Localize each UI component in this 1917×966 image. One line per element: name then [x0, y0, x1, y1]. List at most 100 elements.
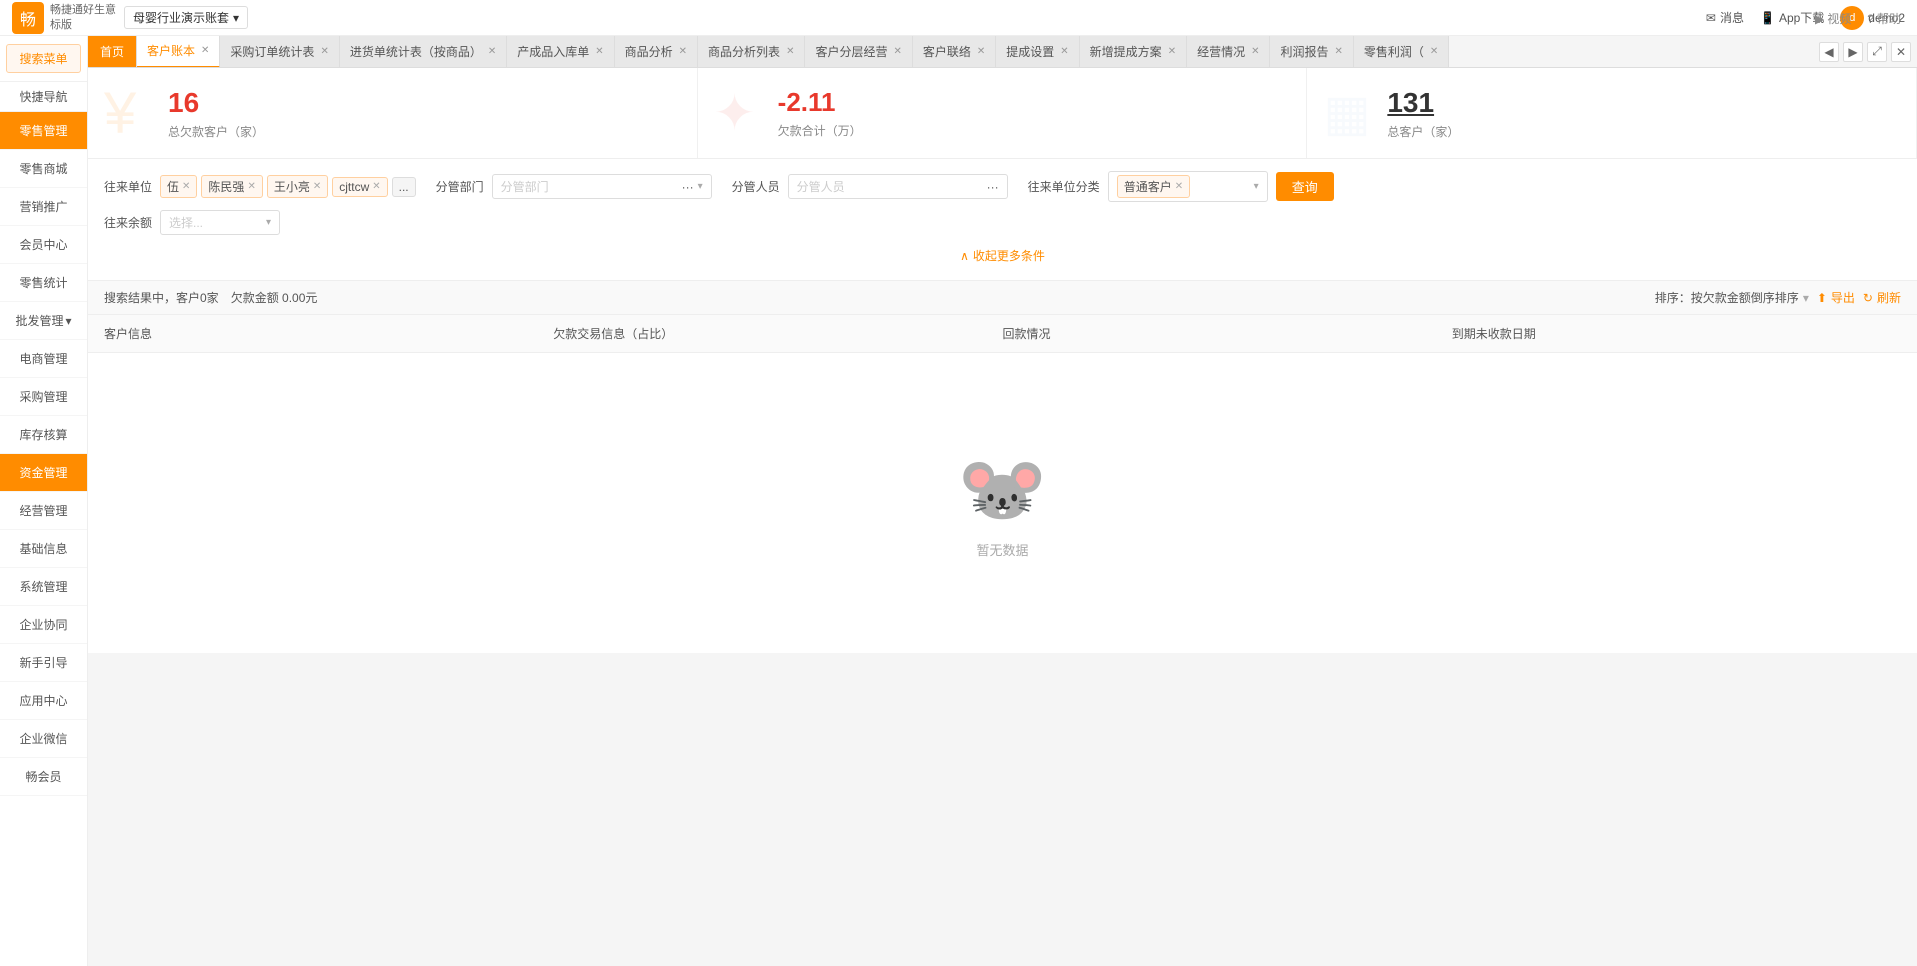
sidebar-item-inventory[interactable]: 库存核算 — [0, 416, 87, 454]
query-button[interactable]: 查询 — [1276, 172, 1334, 201]
tab-customer-tier[interactable]: 客户分层经营 ✕ — [805, 36, 912, 68]
tab-bar: 首页 客户账本 ✕ 采购订单统计表 ✕ 进货单统计表（按商品） ✕ 产成品入库单… — [88, 36, 1917, 68]
export-button[interactable]: ⬆ 导出 — [1817, 289, 1855, 306]
tab-product-analysis[interactable]: 商品分析 ✕ — [615, 36, 698, 68]
refresh-button[interactable]: ↻ 刷新 — [1863, 289, 1901, 306]
tab-operation-status[interactable]: 经营情况 ✕ — [1187, 36, 1270, 68]
close-icon[interactable]: ✕ — [1430, 46, 1438, 57]
tab-customer-contact[interactable]: 客户联络 ✕ — [913, 36, 996, 68]
tag-remove-chen[interactable]: ✕ — [247, 181, 255, 192]
close-icon[interactable]: ✕ — [488, 46, 496, 57]
close-icon[interactable]: ✕ — [893, 46, 901, 57]
close-icon[interactable]: ✕ — [1168, 46, 1176, 57]
tab-scroll-right-button[interactable]: ▶ — [1843, 42, 1863, 62]
tag-remove-wang[interactable]: ✕ — [313, 181, 321, 192]
sidebar-item-collab[interactable]: 企业协同 — [0, 606, 87, 644]
industry-select[interactable]: 母婴行业演示账套 ▾ — [124, 6, 248, 29]
sidebar-item-retail-mgmt[interactable]: 零售管理 — [0, 112, 87, 150]
sidebar-item-finance[interactable]: 资金管理 — [0, 454, 87, 492]
tab-scroll-left-button[interactable]: ◀ — [1819, 42, 1839, 62]
message-button[interactable]: ✉ 消息 — [1706, 9, 1744, 26]
message-icon: ✉ — [1706, 11, 1716, 25]
tab-customer-ledger[interactable]: 客户账本 ✕ — [137, 36, 220, 68]
tag-remove-cjttcw[interactable]: ✕ — [372, 181, 380, 192]
close-icon[interactable]: ✕ — [1060, 46, 1068, 57]
sidebar-item-purchase[interactable]: 采购管理 — [0, 378, 87, 416]
col-customer-info: 客户信息 — [104, 325, 553, 342]
sidebar-item-member-center[interactable]: 会员中心 — [0, 226, 87, 264]
stat-bg-icon-3: ▦ — [1323, 84, 1370, 142]
quick-nav-button[interactable]: 快捷导航 — [0, 82, 87, 112]
person-filter-select[interactable]: 分管人员 ··· — [788, 174, 1008, 199]
tab-close-all-button[interactable]: ✕ — [1891, 42, 1911, 62]
close-icon[interactable]: ✕ — [977, 46, 985, 57]
search-menu-button[interactable]: 搜索菜单 — [6, 44, 81, 73]
sidebar-item-wholesale[interactable]: 批发管理 ▾ — [0, 302, 87, 340]
data-table: 客户信息 欠款交易信息（占比） 回款情况 到期未收款日期 🐭 暂无数据 — [88, 315, 1917, 653]
stat-value-total-customers: 131 — [1387, 87, 1459, 119]
sidebar: 搜索菜单 快捷导航 零售管理 零售商城 营销推广 会员中心 零售统计 批发管理 … — [0, 36, 88, 966]
tab-commission-settings[interactable]: 提成设置 ✕ — [996, 36, 1079, 68]
page-content: ¥ 16 总欠款客户（家） ✦ -2.11 欠款合计（万） ▦ — [88, 68, 1917, 966]
sidebar-item-wechat[interactable]: 企业微信 — [0, 720, 87, 758]
collapse-row: ∧ 收起更多条件 — [104, 243, 1901, 268]
tab-add-commission[interactable]: 新增提成方案 ✕ — [1080, 36, 1187, 68]
filter-row-2: 往来余额 选择... ▾ — [104, 210, 1901, 235]
sidebar-item-basic-info[interactable]: 基础信息 — [0, 530, 87, 568]
chevron-down-icon: ▾ — [65, 314, 71, 328]
close-icon[interactable]: ✕ — [786, 46, 794, 57]
close-icon[interactable]: ✕ — [1251, 46, 1259, 57]
debt-amount-text: 欠款金额 0.00元 — [231, 289, 318, 306]
chevron-down-icon: ▾ — [1254, 181, 1259, 192]
category-filter-select[interactable]: 普通客户 ✕ ▾ — [1108, 171, 1268, 202]
results-actions: 排序：按欠款金额倒序排序 ▾ ⬆ 导出 ↻ 刷新 — [1655, 289, 1901, 306]
collapse-button[interactable]: ∧ 收起更多条件 — [104, 243, 1901, 268]
table-header: 客户信息 欠款交易信息（占比） 回款情况 到期未收款日期 — [88, 315, 1917, 353]
balance-filter-label: 往来余额 — [104, 214, 152, 231]
sidebar-item-retail-stats[interactable]: 零售统计 — [0, 264, 87, 302]
unit-filter-tags: 伍 ✕ 陈民强 ✕ 王小亮 ✕ cjttcw ✕ — [160, 175, 416, 198]
sidebar-item-system[interactable]: 系统管理 — [0, 568, 87, 606]
export-icon: ⬆ — [1817, 291, 1827, 305]
empty-illustration: 🐭 — [958, 447, 1048, 532]
balance-filter-select[interactable]: 选择... ▾ — [160, 210, 280, 235]
tag-remove-category[interactable]: ✕ — [1175, 181, 1183, 192]
close-icon[interactable]: ✕ — [679, 46, 687, 57]
sidebar-item-operation[interactable]: 经营管理 — [0, 492, 87, 530]
close-icon[interactable]: ✕ — [320, 46, 328, 57]
close-icon[interactable]: ✕ — [1335, 46, 1343, 57]
close-icon[interactable]: ✕ — [201, 45, 209, 56]
tab-controls: ◀ ▶ ⤢ ✕ — [1813, 42, 1917, 62]
sidebar-item-app-center[interactable]: 应用中心 — [0, 682, 87, 720]
dept-filter-select[interactable]: 分管部门 ··· ▾ — [492, 174, 712, 199]
sidebar-search-area: 搜索菜单 — [0, 36, 87, 82]
stat-label-debt-customers: 总欠款客户（家） — [168, 123, 264, 140]
close-icon[interactable]: ✕ — [595, 46, 603, 57]
sidebar-item-guide[interactable]: 新手引导 — [0, 644, 87, 682]
category-filter-label: 往来单位分类 — [1028, 178, 1100, 195]
tab-product-analysis-list[interactable]: 商品分析列表 ✕ — [698, 36, 805, 68]
sidebar-item-member[interactable]: 畅会员 — [0, 758, 87, 796]
unit-tag-wu: 伍 ✕ — [160, 175, 197, 198]
stat-label-total-customers: 总客户（家） — [1387, 123, 1459, 140]
tab-retail-profit[interactable]: 零售利润（ ✕ — [1354, 36, 1449, 68]
tab-expand-button[interactable]: ⤢ — [1867, 42, 1887, 62]
tab-purchase-order-stats[interactable]: 采购订单统计表 ✕ — [220, 36, 339, 68]
sort-label: 排序：按欠款金额倒序排序 — [1655, 289, 1799, 306]
stat-value-debt-customers: 16 — [168, 87, 264, 119]
sidebar-item-ecommerce[interactable]: 电商管理 — [0, 340, 87, 378]
tag-remove-wu[interactable]: ✕ — [182, 181, 190, 192]
tab-product-inbound[interactable]: 产成品入库单 ✕ — [507, 36, 614, 68]
sidebar-item-marketing[interactable]: 营销推广 — [0, 188, 87, 226]
tab-purchase-stats-product[interactable]: 进货单统计表（按商品） ✕ — [340, 36, 507, 68]
unit-tag-more[interactable]: ... — [392, 177, 416, 197]
sidebar-item-retail-mall[interactable]: 零售商城 — [0, 150, 87, 188]
table-empty-state: 🐭 暂无数据 — [88, 353, 1917, 653]
sort-select[interactable]: 排序：按欠款金额倒序排序 ▾ — [1655, 289, 1809, 306]
tab-profit-report[interactable]: 利润报告 ✕ — [1270, 36, 1353, 68]
tab-home[interactable]: 首页 — [88, 36, 137, 68]
logo: 畅 畅捷通好生意 标版 — [12, 2, 116, 34]
results-bar: 搜索结果中，客户0家 欠款金额 0.00元 排序：按欠款金额倒序排序 ▾ ⬆ 导… — [88, 281, 1917, 315]
filter-section: 往来单位 伍 ✕ 陈民强 ✕ 王小亮 ✕ — [88, 159, 1917, 281]
col-overdue-date: 到期未收款日期 — [1452, 325, 1901, 342]
